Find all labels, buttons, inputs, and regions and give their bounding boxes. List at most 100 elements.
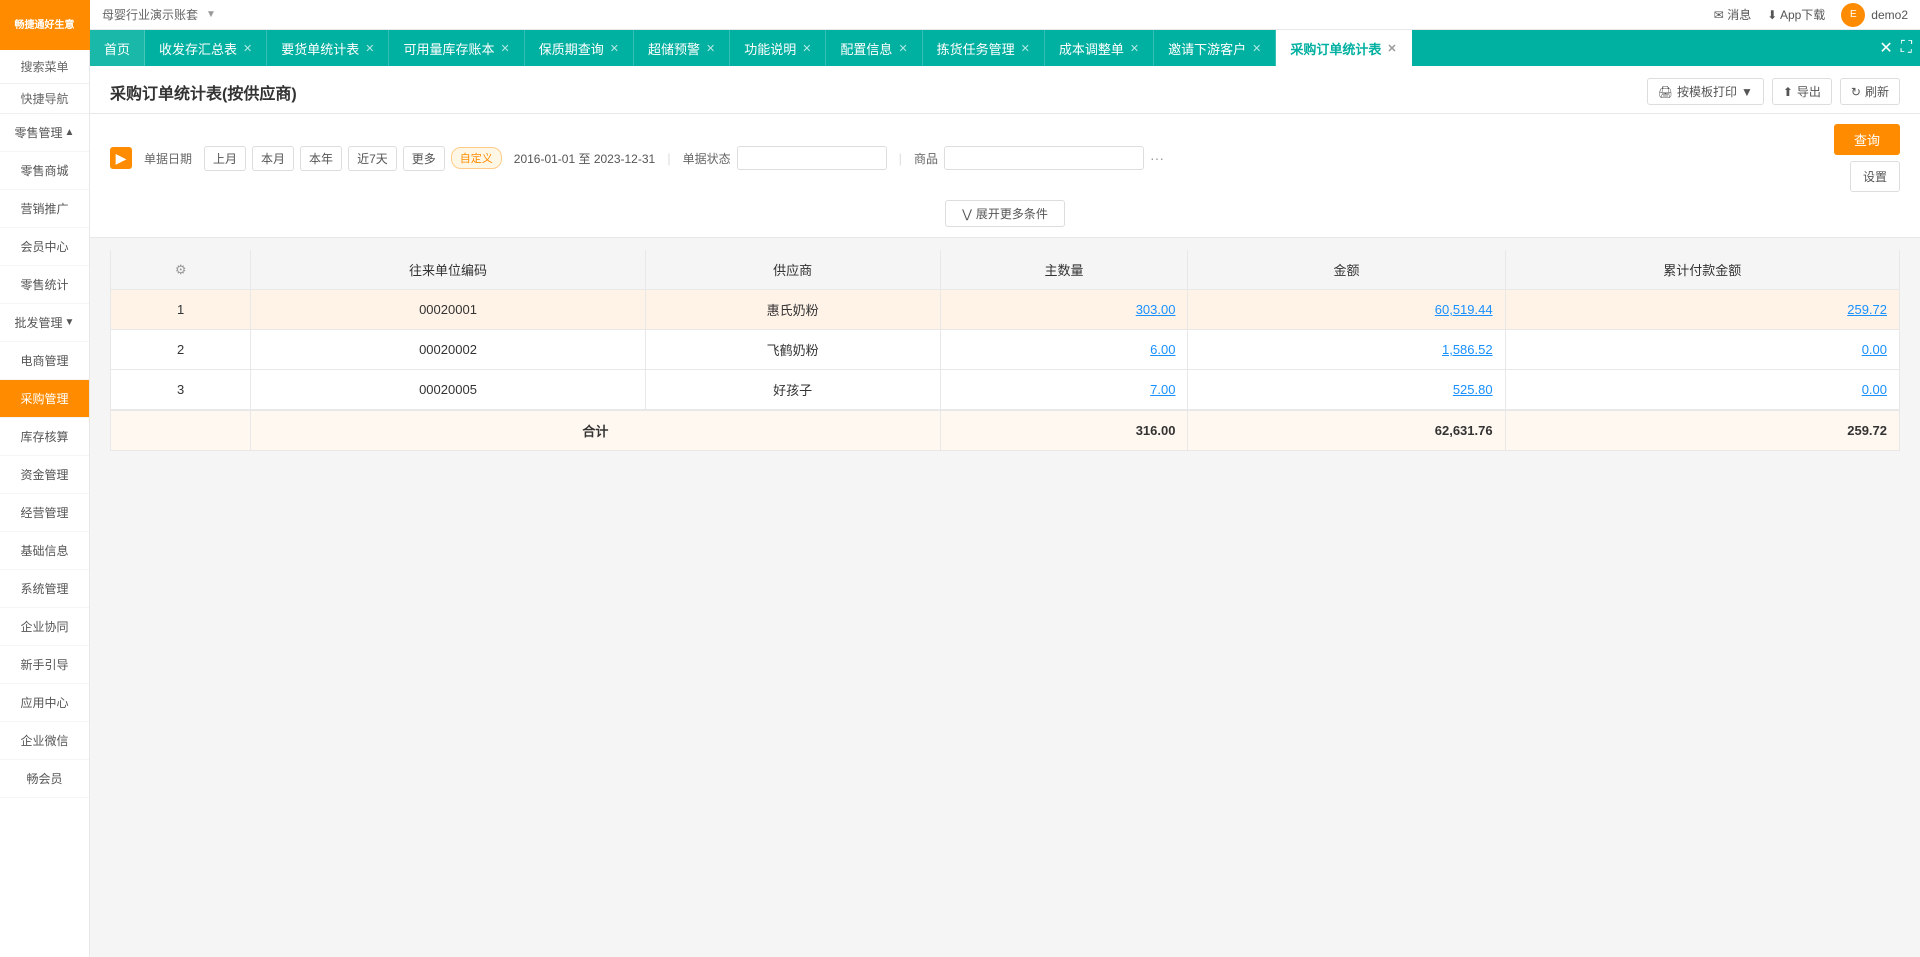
sidebar-item-label: 畅会员 xyxy=(26,772,62,786)
sidebar-item-wechat[interactable]: 企业微信 xyxy=(0,722,89,760)
sidebar-search[interactable]: 搜索菜单 xyxy=(0,50,89,84)
user-profile[interactable]: E demo2 xyxy=(1841,3,1908,27)
row-seq: 2 xyxy=(111,330,251,370)
date-last-7-days-btn[interactable]: 近7天 xyxy=(348,146,397,171)
sidebar-item-purchase-mgmt[interactable]: 采购管理 xyxy=(0,380,89,418)
date-more-btn[interactable]: 更多 xyxy=(403,146,445,171)
btn-export-label: 导出 xyxy=(1797,83,1821,100)
sidebar-item-vip[interactable]: 畅会员 xyxy=(0,760,89,798)
settings-button[interactable]: 设置 xyxy=(1850,161,1900,192)
tab-invite-downstream[interactable]: 邀请下游客户 ✕ xyxy=(1154,30,1276,66)
tab-close-icon[interactable]: ✕ xyxy=(365,42,374,55)
sidebar-item-capital[interactable]: 资金管理 xyxy=(0,456,89,494)
tab-recv-send[interactable]: 收发存汇总表 ✕ xyxy=(145,30,267,66)
tab-close-icon[interactable]: ✕ xyxy=(610,42,619,55)
refresh-button[interactable]: ↻ 刷新 xyxy=(1840,78,1900,105)
status-filter-select[interactable] xyxy=(737,146,887,170)
btn-refresh-label: 刷新 xyxy=(1865,83,1889,100)
col-amount: 金额 xyxy=(1188,250,1505,290)
tab-close-icon[interactable]: ✕ xyxy=(802,42,811,55)
maximize-icon[interactable]: ⛶ xyxy=(1901,39,1912,57)
sidebar-item-marketing[interactable]: 营销推广 xyxy=(0,190,89,228)
footer-row: 合计 316.00 62,631.76 259.72 xyxy=(111,410,1900,451)
tab-label: 超储预警 xyxy=(648,39,700,58)
row-supplier: 飞鹤奶粉 xyxy=(645,330,940,370)
tab-label: 可用量库存账本 xyxy=(403,39,494,58)
sidebar-item-new-guide[interactable]: 新手引导 xyxy=(0,646,89,684)
row-amount[interactable]: 525.80 xyxy=(1188,370,1505,411)
username-label: demo2 xyxy=(1871,8,1908,22)
workspace-name: 母婴行业演示账套 xyxy=(102,6,198,23)
more-filter-icon[interactable]: ··· xyxy=(1150,150,1164,166)
tab-close-icon[interactable]: ✕ xyxy=(1387,42,1396,55)
sidebar-item-inventory[interactable]: 库存核算 xyxy=(0,418,89,456)
expand-more-conditions-button[interactable]: ⋁ 展开更多条件 xyxy=(945,200,1065,227)
tab-oversupply-alert[interactable]: 超储预警 ✕ xyxy=(634,30,730,66)
sidebar-item-system[interactable]: 系统管理 xyxy=(0,570,89,608)
row-amount[interactable]: 60,519.44 xyxy=(1188,290,1505,330)
tab-config-info[interactable]: 配置信息 ✕ xyxy=(826,30,922,66)
sidebar-item-retail-stats[interactable]: 零售统计 xyxy=(0,266,89,304)
filter-toggle-button[interactable]: ▶ xyxy=(110,147,132,169)
tab-order-stats[interactable]: 要货单统计表 ✕ xyxy=(267,30,389,66)
row-paid[interactable]: 0.00 xyxy=(1505,370,1899,411)
date-this-year-btn[interactable]: 本年 xyxy=(300,146,342,171)
tab-close-icon[interactable]: ✕ xyxy=(1252,42,1261,55)
footer-amount: 62,631.76 xyxy=(1188,410,1505,451)
sidebar-item-wholesale-mgmt[interactable]: 批发管理 ▼ xyxy=(0,304,89,342)
date-last-month-btn[interactable]: 上月 xyxy=(204,146,246,171)
app-download-link[interactable]: ⬇ App下载 xyxy=(1767,6,1825,23)
sidebar-item-label: 零售管理 xyxy=(15,124,63,141)
sidebar-item-retail-mgmt[interactable]: 零售管理 ▲ xyxy=(0,114,89,152)
tab-purchase-order-stats[interactable]: 采购订单统计表 ✕ xyxy=(1276,30,1411,66)
sidebar-item-label: 批发管理 xyxy=(15,314,63,331)
row-qty[interactable]: 7.00 xyxy=(940,370,1188,411)
tab-expiry-query[interactable]: 保质期查询 ✕ xyxy=(525,30,634,66)
sidebar-item-enterprise[interactable]: 企业协同 xyxy=(0,608,89,646)
row-paid[interactable]: 259.72 xyxy=(1505,290,1899,330)
tab-close-icon[interactable]: ✕ xyxy=(243,42,252,55)
tab-close-icon[interactable]: ✕ xyxy=(501,42,510,55)
tab-close-icon[interactable]: ✕ xyxy=(1130,42,1139,55)
tab-home[interactable]: 首页 xyxy=(90,30,145,66)
date-this-month-btn[interactable]: 本月 xyxy=(252,146,294,171)
tab-cost-adjust[interactable]: 成本调整单 ✕ xyxy=(1045,30,1154,66)
column-settings-icon[interactable]: ⚙ xyxy=(175,262,187,277)
sidebar-item-ops-mgmt[interactable]: 经营管理 xyxy=(0,494,89,532)
custom-date-label: 自定义 xyxy=(460,150,493,166)
tab-function-desc[interactable]: 功能说明 ✕ xyxy=(730,30,826,66)
avatar: E xyxy=(1841,3,1865,27)
footer-label: 合计 xyxy=(251,410,940,451)
row-amount[interactable]: 1,586.52 xyxy=(1188,330,1505,370)
sidebar-item-app-center[interactable]: 应用中心 xyxy=(0,684,89,722)
sidebar-item-members[interactable]: 会员中心 xyxy=(0,228,89,266)
row-qty[interactable]: 6.00 xyxy=(940,330,1188,370)
sidebar-item-basics[interactable]: 基础信息 xyxy=(0,532,89,570)
tab-picking-task[interactable]: 拣货任务管理 ✕ xyxy=(923,30,1045,66)
date-quick-options: 上月 本月 本年 近7天 更多 自定义 xyxy=(204,146,502,171)
template-print-button[interactable]: 🖨 按模板打印 ▼ xyxy=(1647,78,1764,105)
main-area: 母婴行业演示账套 ▼ ✉ 消息 ⬇ App下载 E demo2 首页 收发存汇总… xyxy=(90,0,1920,957)
quick-nav-label: 快捷导航 xyxy=(0,84,89,114)
query-button[interactable]: 查询 xyxy=(1834,124,1900,155)
messages-link[interactable]: ✉ 消息 xyxy=(1714,6,1751,23)
row-qty[interactable]: 303.00 xyxy=(940,290,1188,330)
goods-filter-input[interactable] xyxy=(944,146,1144,170)
tab-close-icon[interactable]: ✕ xyxy=(898,42,907,55)
tab-close-icon[interactable]: ✕ xyxy=(706,42,715,55)
close-all-tabs-icon[interactable]: ✕ xyxy=(1879,38,1892,58)
row-paid[interactable]: 0.00 xyxy=(1505,330,1899,370)
tab-close-icon[interactable]: ✕ xyxy=(1021,42,1030,55)
expand-label: 展开更多条件 xyxy=(976,205,1048,222)
tab-label: 功能说明 xyxy=(744,39,796,58)
sidebar-item-label: 企业协同 xyxy=(20,620,68,634)
filter-divider-2: | xyxy=(899,151,902,166)
workspace-selector[interactable]: 母婴行业演示账套 ▼ xyxy=(102,6,216,23)
custom-date-badge[interactable]: 自定义 xyxy=(451,147,502,169)
export-button[interactable]: ⬆ 导出 xyxy=(1772,78,1832,105)
sidebar-item-retail-mall[interactable]: 零售商城 xyxy=(0,152,89,190)
sidebar-item-ecommerce[interactable]: 电商管理 xyxy=(0,342,89,380)
col-settings[interactable]: ⚙ xyxy=(111,250,251,290)
status-filter-field: 单据状态 xyxy=(683,146,887,170)
tab-available-inventory[interactable]: 可用量库存账本 ✕ xyxy=(389,30,524,66)
